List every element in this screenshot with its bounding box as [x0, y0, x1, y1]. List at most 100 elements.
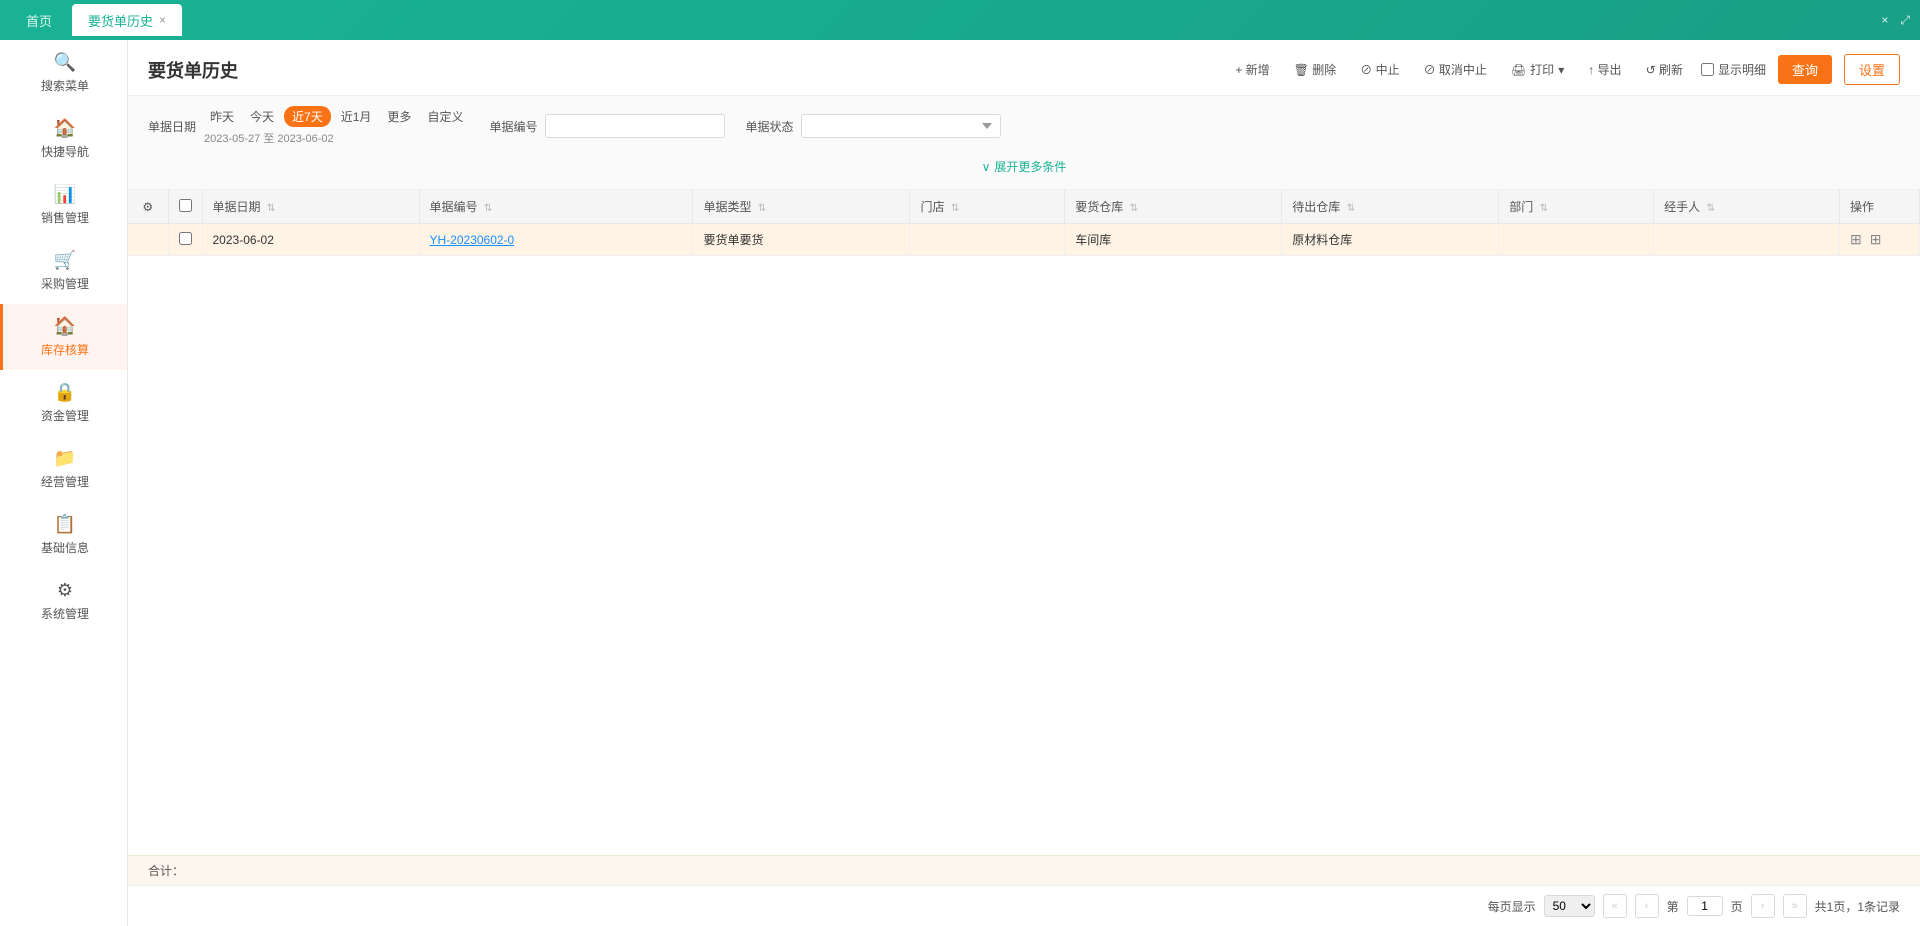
table-footer: 合计：	[128, 855, 1920, 885]
col-req-warehouse[interactable]: 要货仓库 ⇅	[1065, 190, 1282, 224]
page-input[interactable]	[1687, 896, 1723, 916]
date-btn-1month[interactable]: 近1月	[335, 106, 378, 127]
doc-number-link[interactable]: YH-20230602-0	[430, 233, 515, 247]
row-actions: ⊞ ⊞	[1840, 224, 1920, 256]
search-menu-icon: 🔍	[54, 52, 76, 73]
window-resize-btn[interactable]: ⤢	[1900, 13, 1910, 28]
new-button[interactable]: + 新增	[1229, 57, 1275, 82]
content-area: 要货单历史 + 新增 🗑 删除 ⊘ 中止 ⊘ 取消中止 🖨 打印 ▾ ↑ 导出 …	[128, 40, 1920, 926]
first-page-btn[interactable]: «	[1603, 894, 1627, 918]
col-doc-type[interactable]: 单据类型 ⇅	[693, 190, 910, 224]
col-department-label: 部门	[1509, 200, 1533, 214]
sidebar-item-operations-mgmt[interactable]: 📁 经营管理	[0, 436, 127, 502]
doc-number-label: 单据编号	[489, 118, 537, 135]
tab-requisition-history-label: 要货单历史	[88, 11, 153, 30]
col-department[interactable]: 部门 ⇅	[1499, 190, 1654, 224]
col-actions: 操作	[1840, 190, 1920, 224]
next-page-btn[interactable]: ›	[1751, 894, 1775, 918]
query-button[interactable]: 查询	[1778, 55, 1832, 84]
row-settings	[128, 224, 168, 256]
col-store-label: 门店	[920, 200, 944, 214]
display-detail-input[interactable]	[1701, 63, 1714, 76]
display-detail-checkbox[interactable]: 显示明细	[1701, 61, 1766, 78]
table-container: ⚙ 单据日期 ⇅ 单据编号 ⇅	[128, 190, 1920, 855]
sidebar-item-operations-mgmt-label: 经营管理	[41, 473, 89, 490]
expand-more-label: 展开更多条件	[994, 158, 1066, 175]
action-cell: ⊞ ⊞	[1850, 231, 1909, 248]
date-btn-custom[interactable]: 自定义	[421, 106, 469, 127]
settings-button[interactable]: 设置	[1844, 54, 1900, 85]
filter-area: 单据日期 昨天 今天 近7天 近1月 更多 自定义 2023-05-27 至 2…	[128, 96, 1920, 190]
table-body: 2023-06-02 YH-20230602-0 要货单要货 车间库 原材料仓库	[128, 224, 1920, 256]
page-suffix: 页	[1731, 898, 1743, 915]
per-page-select[interactable]: 50 10 20 100	[1544, 895, 1595, 917]
cancel-stop-button[interactable]: ⊘ 取消中止	[1418, 57, 1493, 82]
row-store	[910, 224, 1065, 256]
refresh-button[interactable]: ↺ 刷新	[1640, 57, 1689, 82]
top-bar: 首页 要货单历史 × × ⤢	[0, 0, 1920, 40]
window-close-btn[interactable]: ×	[1881, 13, 1888, 27]
sidebar-item-quick-nav[interactable]: 🏠 快捷导航	[0, 106, 127, 172]
doc-status-select[interactable]	[801, 114, 1001, 138]
page-header: 要货单历史 + 新增 🗑 删除 ⊘ 中止 ⊘ 取消中止 🖨 打印 ▾ ↑ 导出 …	[128, 40, 1920, 96]
table-header-row: ⚙ 单据日期 ⇅ 单据编号 ⇅	[128, 190, 1920, 224]
col-doc-date-label: 单据日期	[213, 200, 261, 214]
doc-number-input[interactable]	[545, 114, 725, 138]
row-checkbox[interactable]	[179, 232, 192, 245]
tab-close-icon[interactable]: ×	[159, 13, 166, 27]
sidebar-item-sales-mgmt[interactable]: 📊 销售管理	[0, 172, 127, 238]
window-controls: × ⤢	[1881, 13, 1910, 28]
select-all-checkbox[interactable]	[179, 199, 192, 212]
col-handler[interactable]: 经手人 ⇅	[1654, 190, 1840, 224]
sort-pending-warehouse-icon: ⇅	[1347, 203, 1355, 214]
prev-page-btn[interactable]: ‹	[1635, 894, 1659, 918]
row-doc-number[interactable]: YH-20230602-0	[419, 224, 693, 256]
col-doc-type-label: 单据类型	[703, 200, 751, 214]
sidebar-item-purchase-mgmt-label: 采购管理	[41, 275, 89, 292]
date-btn-today[interactable]: 今天	[244, 106, 280, 127]
sidebar-item-search-menu[interactable]: 🔍 搜索菜单	[0, 40, 127, 106]
sidebar-item-finance-mgmt[interactable]: 🔒 资金管理	[0, 370, 127, 436]
doc-number-filter: 单据编号	[489, 114, 725, 138]
sidebar-item-inventory[interactable]: 🏠 库存核算	[0, 304, 127, 370]
tab-home[interactable]: 首页	[10, 4, 68, 36]
date-btn-7days[interactable]: 近7天	[284, 106, 331, 127]
tab-requisition-history[interactable]: 要货单历史 ×	[72, 4, 182, 36]
stop-button[interactable]: ⊘ 中止	[1354, 57, 1405, 82]
col-req-warehouse-label: 要货仓库	[1075, 200, 1123, 214]
per-page-label: 每页显示	[1488, 898, 1536, 915]
sort-doc-date-icon: ⇅	[267, 203, 275, 214]
sidebar-item-search-menu-label: 搜索菜单	[41, 77, 89, 94]
sidebar-item-finance-mgmt-label: 资金管理	[41, 407, 89, 424]
sidebar-item-purchase-mgmt[interactable]: 🛒 采购管理	[0, 238, 127, 304]
pagination-bar: 每页显示 50 10 20 100 « ‹ 第 页 › » 共1页，1条记录	[128, 885, 1920, 926]
more-action-icon[interactable]: ⊞	[1870, 231, 1882, 248]
system-mgmt-icon: ⚙	[57, 580, 73, 601]
row-handler	[1654, 224, 1840, 256]
sort-doc-number-icon: ⇅	[484, 203, 492, 214]
sort-doc-type-icon: ⇅	[758, 203, 766, 214]
sidebar-item-basic-info[interactable]: 📋 基础信息	[0, 502, 127, 568]
main-layout: 🔍 搜索菜单 🏠 快捷导航 📊 销售管理 🛒 采购管理 🏠 库存核算 🔒 资金管…	[0, 40, 1920, 926]
print-button[interactable]: 🖨 打印 ▾	[1505, 57, 1570, 82]
col-doc-date[interactable]: 单据日期 ⇅	[202, 190, 419, 224]
print-icon: 🖨	[1511, 63, 1526, 77]
col-doc-number[interactable]: 单据编号 ⇅	[419, 190, 693, 224]
sort-department-icon: ⇅	[1540, 203, 1548, 214]
sidebar: 🔍 搜索菜单 🏠 快捷导航 📊 销售管理 🛒 采购管理 🏠 库存核算 🔒 资金管…	[0, 40, 128, 926]
edit-action-icon[interactable]: ⊞	[1850, 231, 1862, 248]
data-table: ⚙ 单据日期 ⇅ 单据编号 ⇅	[128, 190, 1920, 256]
date-btn-more[interactable]: 更多	[381, 106, 417, 127]
date-buttons: 昨天 今天 近7天 近1月 更多 自定义	[204, 106, 469, 127]
delete-button[interactable]: 🗑 删除	[1288, 57, 1343, 82]
col-store[interactable]: 门店 ⇅	[910, 190, 1065, 224]
date-btn-yesterday[interactable]: 昨天	[204, 106, 240, 127]
sidebar-item-system-mgmt[interactable]: ⚙ 系统管理	[0, 568, 127, 634]
last-page-btn[interactable]: »	[1783, 894, 1807, 918]
col-pending-warehouse[interactable]: 待出仓库 ⇅	[1282, 190, 1499, 224]
expand-more-btn[interactable]: ∨ 展开更多条件	[148, 154, 1900, 179]
col-handler-label: 经手人	[1664, 200, 1700, 214]
export-button[interactable]: ↑ 导出	[1582, 57, 1627, 82]
col-settings[interactable]: ⚙	[128, 190, 168, 224]
date-range-text: 2023-05-27 至 2023-06-02	[204, 130, 469, 146]
